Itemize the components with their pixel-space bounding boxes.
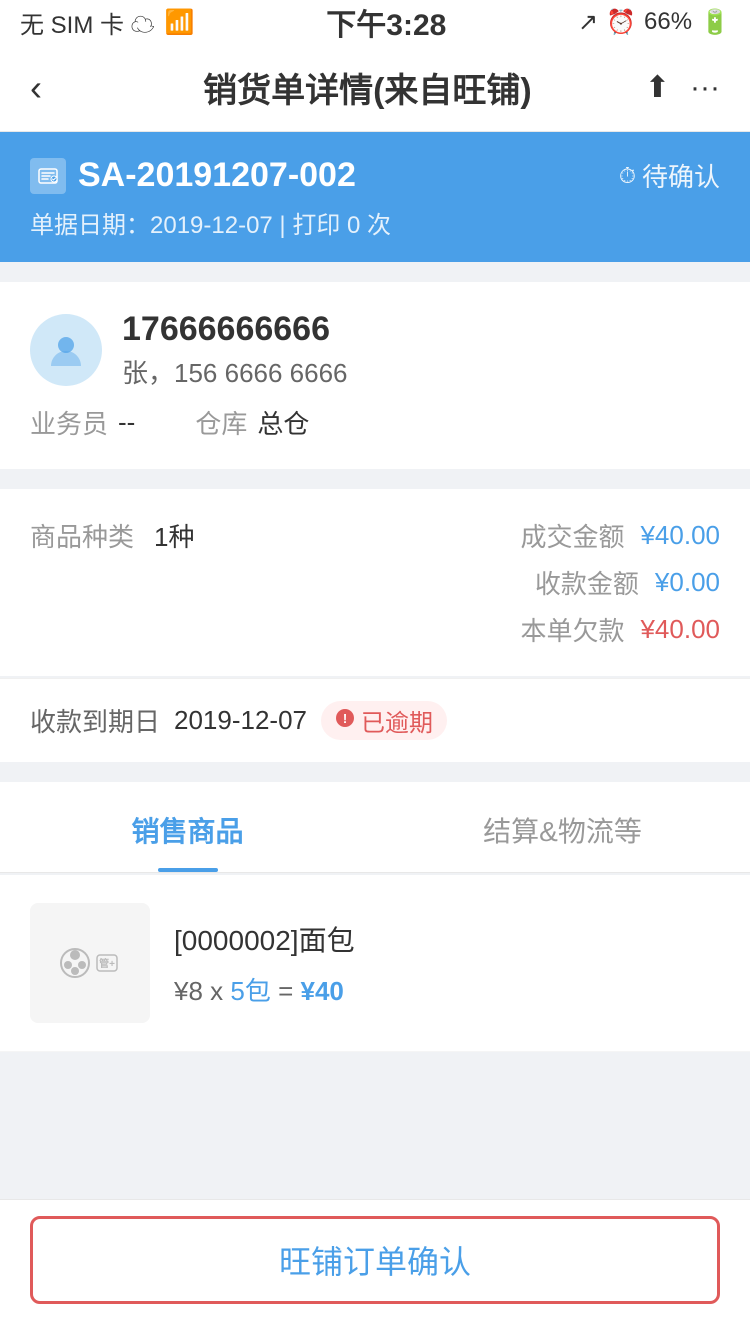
stats-row: 商品种类 1种 成交金额 ¥40.00 收款金额 ¥0.00 本单欠款 ¥40.… xyxy=(30,517,720,648)
warehouse-label: 仓库 xyxy=(195,404,247,441)
due-date-value: 2019-12-07 xyxy=(174,705,307,736)
page-title: 销货单详情(来自旺铺) xyxy=(203,63,532,112)
product-types: 商品种类 1种 xyxy=(30,517,194,554)
order-id: SA-20191207-002 xyxy=(30,156,356,195)
header-card-top: SA-20191207-002 ⏱ 待确认 xyxy=(30,156,720,195)
overdue-icon: ! xyxy=(335,707,355,735)
received-amount-value: ¥0.00 xyxy=(655,567,720,598)
avatar xyxy=(30,314,102,386)
share-button[interactable]: ⬆ xyxy=(645,70,670,105)
confirm-button[interactable]: 旺铺订单确认 xyxy=(30,1216,720,1304)
due-date-label: 收款到期日 xyxy=(30,702,160,739)
owed-amount-row: 本单欠款 ¥40.00 xyxy=(520,611,720,648)
status-time: 下午3:28 xyxy=(326,0,446,44)
status-badge: ⏱ 待确认 xyxy=(619,157,720,194)
nav-bar: ‹ 销货单详情(来自旺铺) ⬆ ··· xyxy=(0,44,750,132)
battery-icon: 🔋 xyxy=(700,8,730,37)
product-types-value: 1种 xyxy=(154,517,194,554)
content-spacer xyxy=(0,1052,750,1212)
transaction-amount-value: ¥40.00 xyxy=(640,520,720,551)
location-icon: ↗ xyxy=(578,8,598,37)
product-thumbnail: 管+ xyxy=(30,903,150,1023)
received-amount-row: 收款金额 ¥0.00 xyxy=(535,564,720,601)
alarm-icon: ⏰ xyxy=(606,8,636,37)
product-total: ¥40 xyxy=(301,976,344,1006)
transaction-amount-row: 成交金额 ¥40.00 xyxy=(520,517,720,554)
overdue-badge: ! 已逾期 xyxy=(321,701,447,740)
tabs-container: 销售商品 结算&物流等 xyxy=(0,782,750,873)
tab-settlement-logistics[interactable]: 结算&物流等 xyxy=(375,782,750,872)
header-card: SA-20191207-002 ⏱ 待确认 单据日期：2019-12-07 | … xyxy=(0,132,750,262)
bottom-bar: 旺铺订单确认 xyxy=(0,1199,750,1334)
product-item: 管+ [0000002]面包 ¥8 x 5包 = ¥40 xyxy=(0,875,750,1052)
svg-text:管+: 管+ xyxy=(99,957,115,970)
product-price: ¥8 xyxy=(174,976,203,1006)
customer-info-row: 业务员 -- 仓库 总仓 xyxy=(30,404,720,441)
status-right: ↗ ⏰ 66% 🔋 xyxy=(578,8,730,37)
customer-details: 17666666666 张，156 6666 6666 xyxy=(122,310,348,390)
customer-phone: 17666666666 xyxy=(122,310,348,349)
sim-status: 无 SIM 卡 ☁ xyxy=(20,5,155,40)
due-date-card: 收款到期日 2019-12-07 ! 已逾期 xyxy=(0,678,750,762)
more-button[interactable]: ··· xyxy=(690,71,720,105)
svg-text:!: ! xyxy=(343,711,347,726)
product-qty: 5包 xyxy=(230,976,270,1006)
wifi-icon: 📶 xyxy=(165,8,195,37)
status-text: 待确认 xyxy=(642,157,720,194)
salesperson-item: 业务员 -- xyxy=(30,404,135,441)
overdue-text: 已逾期 xyxy=(361,703,433,738)
product-info: [0000002]面包 ¥8 x 5包 = ¥40 xyxy=(174,919,720,1008)
order-meta: 单据日期：2019-12-07 | 打印 0 次 xyxy=(30,205,720,240)
customer-top: 17666666666 张，156 6666 6666 xyxy=(30,310,720,390)
owed-amount-value: ¥40.00 xyxy=(640,614,720,645)
stats-card: 商品种类 1种 成交金额 ¥40.00 收款金额 ¥0.00 本单欠款 ¥40.… xyxy=(0,489,750,676)
status-left: 无 SIM 卡 ☁ 📶 xyxy=(20,5,195,40)
battery-status: 66% xyxy=(644,8,692,36)
product-list: 管+ [0000002]面包 ¥8 x 5包 = ¥40 xyxy=(0,875,750,1052)
product-calc: ¥8 x 5包 = ¥40 xyxy=(174,971,720,1008)
product-equals: = xyxy=(278,976,300,1006)
transaction-amount-label: 成交金额 xyxy=(520,517,624,554)
salesperson-label: 业务员 xyxy=(30,404,108,441)
salesperson-value: -- xyxy=(118,407,135,438)
customer-card: 17666666666 张，156 6666 6666 业务员 -- 仓库 总仓 xyxy=(0,282,750,469)
back-button[interactable]: ‹ xyxy=(30,67,90,109)
tab-sales-products[interactable]: 销售商品 xyxy=(0,782,375,872)
owed-amount-label: 本单欠款 xyxy=(520,611,624,648)
product-multiply: x xyxy=(210,976,230,1006)
nav-actions: ⬆ ··· xyxy=(645,70,720,105)
customer-name: 张，156 6666 6666 xyxy=(122,353,348,390)
clock-icon: ⏱ xyxy=(619,163,636,189)
product-types-label: 商品种类 xyxy=(30,517,134,554)
order-id-icon xyxy=(30,158,66,194)
received-amount-label: 收款金额 xyxy=(535,564,639,601)
order-id-text: SA-20191207-002 xyxy=(78,156,356,195)
warehouse-value: 总仓 xyxy=(257,404,309,441)
status-bar: 无 SIM 卡 ☁ 📶 下午3:28 ↗ ⏰ 66% 🔋 xyxy=(0,0,750,44)
warehouse-item: 仓库 总仓 xyxy=(195,404,309,441)
product-name: [0000002]面包 xyxy=(174,919,720,959)
amounts: 成交金额 ¥40.00 收款金额 ¥0.00 本单欠款 ¥40.00 xyxy=(520,517,720,648)
